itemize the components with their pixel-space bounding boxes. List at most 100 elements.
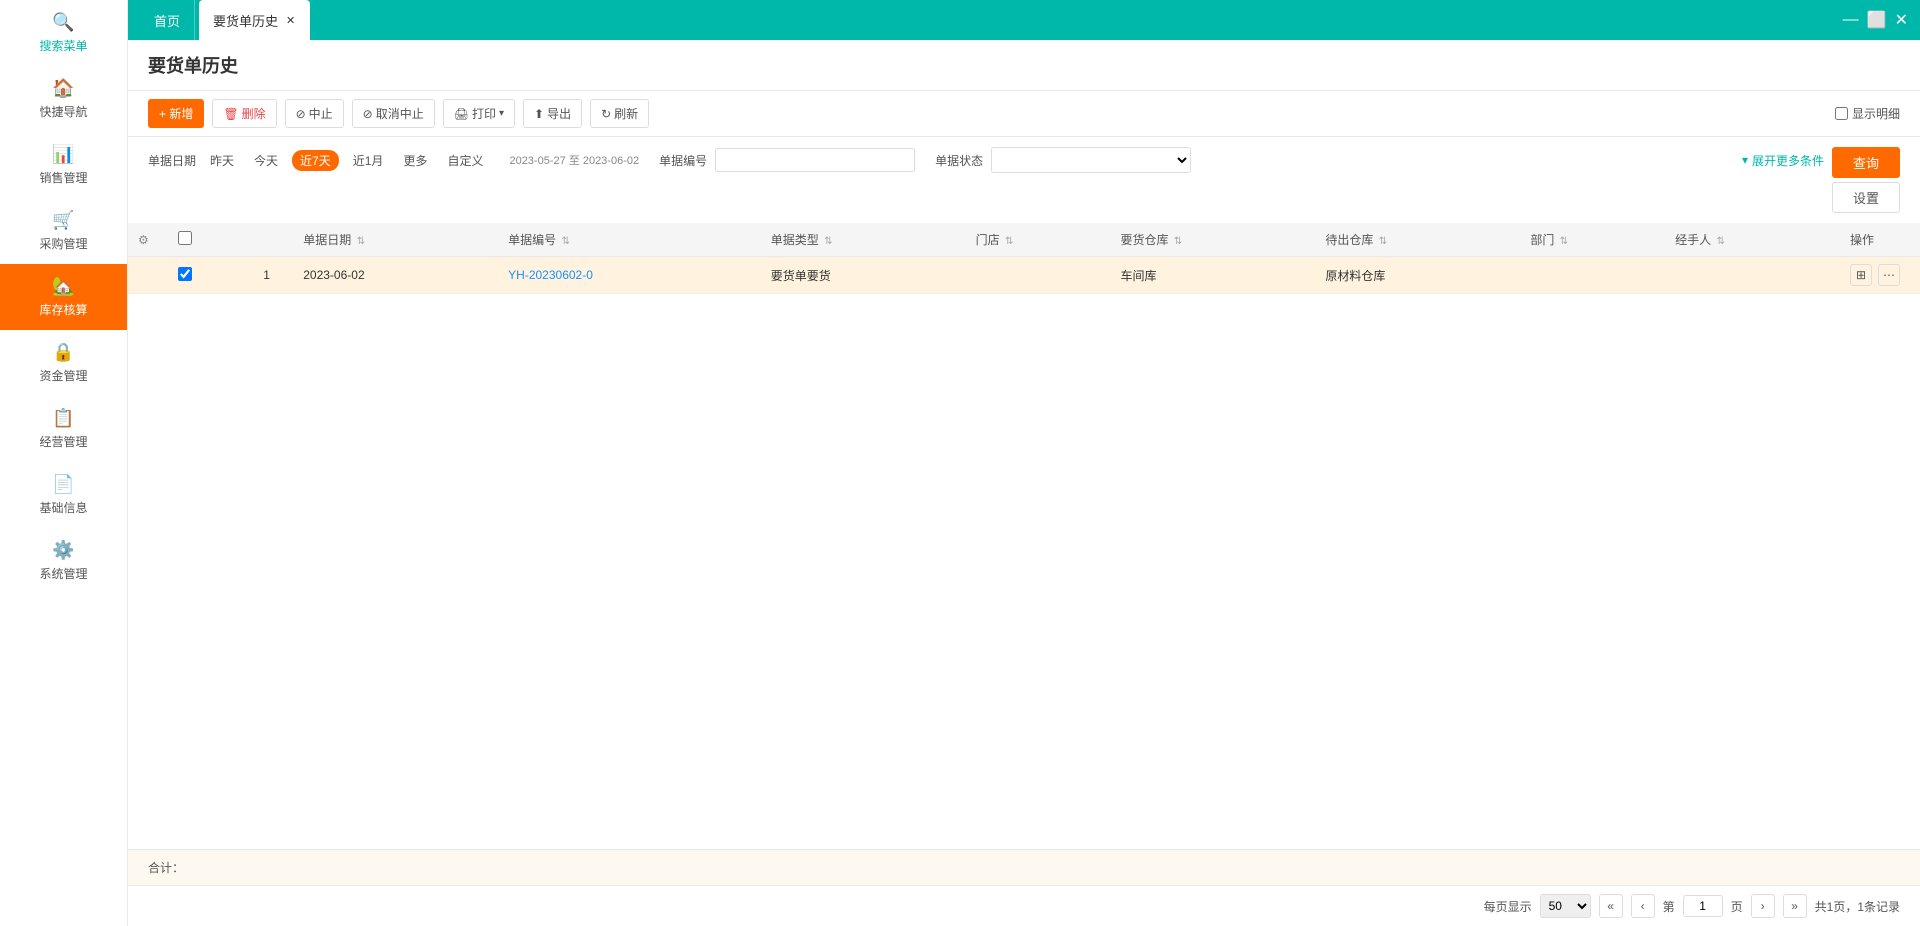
order-no-filter-group: 单据编号 <box>659 148 915 172</box>
suspend-label: 中止 <box>309 105 333 122</box>
export-button[interactable]: ⬆ 导出 <box>523 99 582 128</box>
sidebar-item-label: 快捷导航 <box>39 103 87 120</box>
date-last7days-btn[interactable]: 近7天 <box>292 150 339 171</box>
first-page-btn[interactable]: « <box>1599 894 1623 918</box>
summary-label: 合计： <box>148 859 184 876</box>
pending-warehouse-sort-icon[interactable]: ⇅ <box>1379 236 1387 247</box>
date-sort-icon[interactable]: ⇅ <box>357 236 365 247</box>
delete-label: 删除 <box>242 105 266 122</box>
sidebar: 🔍 搜索菜单 🏠 快捷导航 📊 销售管理 🛒 采购管理 🏡 库存核算 🔒 资金管… <box>0 0 128 926</box>
store-sort-icon[interactable]: ⇅ <box>1005 236 1013 247</box>
row-handler-cell <box>1665 257 1840 294</box>
row-more-icon[interactable]: ⋯ <box>1878 264 1900 286</box>
date-last1month-btn[interactable]: 近1月 <box>347 150 390 171</box>
date-yesterday-btn[interactable]: 昨天 <box>204 150 240 171</box>
dept-sort-icon[interactable]: ⇅ <box>1560 236 1568 247</box>
sidebar-item-label: 资金管理 <box>39 367 87 384</box>
col-index-header <box>253 223 293 257</box>
row-order-no-cell: YH-20230602-0 <box>498 257 761 294</box>
prev-page-btn[interactable]: ‹ <box>1631 894 1655 918</box>
cart-icon: 🛒 <box>52 210 74 231</box>
col-store-header: 门店 ⇅ <box>966 223 1111 257</box>
cancel-suspend-icon: ⊘ <box>363 107 373 121</box>
expand-filter-btn[interactable]: ▾ 展开更多条件 <box>1742 152 1824 169</box>
order-no-input[interactable] <box>715 148 915 172</box>
date-filter-label: 单据日期 <box>148 152 196 169</box>
maximize-icon[interactable]: ⬜ <box>1867 10 1887 30</box>
order-no-label: 单据编号 <box>659 152 707 169</box>
filter-actions: 查询 设置 <box>1832 147 1900 213</box>
clipboard-icon: 📋 <box>52 408 74 429</box>
col-dept-header: 部门 ⇅ <box>1520 223 1665 257</box>
date-range-display: 2023-05-27 至 2023-06-02 <box>509 152 639 168</box>
show-detail-label: 显示明细 <box>1852 105 1900 122</box>
settings-icon[interactable]: ⚙ <box>138 233 149 247</box>
per-page-select[interactable]: 10 20 50 100 <box>1540 894 1591 918</box>
col-date-header: 单据日期 ⇅ <box>293 223 498 257</box>
cancel-suspend-label: 取消中止 <box>376 105 424 122</box>
order-no-sort-icon[interactable]: ⇅ <box>562 236 570 247</box>
req-warehouse-sort-icon[interactable]: ⇅ <box>1174 236 1182 247</box>
footer-summary: 合计： <box>128 849 1920 885</box>
per-page-label: 每页显示 <box>1484 898 1532 915</box>
export-icon: ⬆ <box>534 107 544 121</box>
sidebar-item-label: 销售管理 <box>39 169 87 186</box>
date-today-btn[interactable]: 今天 <box>248 150 284 171</box>
page-header: 要货单历史 <box>128 40 1920 91</box>
house-icon: 🏡 <box>52 276 74 297</box>
data-table: ⚙ 单据日期 ⇅ 单据编号 ⇅ 单据类型 <box>128 223 1920 294</box>
main-area: + 新增 首页 要货单历史 ✕ — ⬜ ✕ 要货单历史 + 新增 🗑 删除 ⊘ … <box>128 0 1920 926</box>
last-page-btn[interactable]: » <box>1783 894 1807 918</box>
cancel-suspend-button[interactable]: ⊘ 取消中止 <box>352 99 435 128</box>
minimize-icon[interactable]: — <box>1843 11 1859 29</box>
date-custom-btn[interactable]: 自定义 <box>441 150 489 171</box>
sidebar-item-basic-info[interactable]: 📄 基础信息 <box>0 462 127 528</box>
sidebar-item-operations[interactable]: 📋 经营管理 <box>0 396 127 462</box>
status-filter-label: 单据状态 <box>935 152 983 169</box>
sidebar-item-quick-nav[interactable]: 🏠 快捷导航 <box>0 66 127 132</box>
row-order-no-link[interactable]: YH-20230602-0 <box>508 268 593 282</box>
tab-requisition-history[interactable]: 要货单历史 ✕ <box>199 0 310 40</box>
date-filter-group: 单据日期 昨天 今天 近7天 近1月 更多 自定义 <box>148 150 489 171</box>
close-window-icon[interactable]: ✕ <box>1895 10 1908 30</box>
sidebar-item-finance[interactable]: 🔒 资金管理 <box>0 330 127 396</box>
date-more-btn[interactable]: 更多 <box>397 150 433 171</box>
sidebar-item-sales[interactable]: 📊 销售管理 <box>0 132 127 198</box>
row-checkbox[interactable] <box>178 267 192 281</box>
sidebar-item-search[interactable]: 🔍 搜索菜单 <box>0 0 127 66</box>
table-header: ⚙ 单据日期 ⇅ 单据编号 ⇅ 单据类型 <box>128 223 1920 257</box>
row-edit-icon[interactable]: ⊞ <box>1850 264 1872 286</box>
refresh-button[interactable]: ↻ 刷新 <box>590 99 649 128</box>
filter-section: 单据日期 昨天 今天 近7天 近1月 更多 自定义 2023-05-27 至 2… <box>128 137 1920 223</box>
page-input[interactable] <box>1683 895 1723 917</box>
sidebar-item-purchase[interactable]: 🛒 采购管理 <box>0 198 127 264</box>
suspend-button[interactable]: ⊘ 中止 <box>285 99 344 128</box>
topbar-actions: — ⬜ ✕ <box>1843 10 1908 30</box>
new-button[interactable]: + 新增 <box>148 99 204 128</box>
delete-button[interactable]: 🗑 删除 <box>212 99 276 128</box>
print-button[interactable]: 🖨 打印 ▾ <box>443 99 515 128</box>
row-index-cell: 1 <box>253 257 293 294</box>
show-detail-checkbox[interactable] <box>1835 107 1848 120</box>
col-checkbox-header <box>168 223 253 257</box>
status-select[interactable] <box>991 147 1191 173</box>
row-settings-cell <box>128 257 168 294</box>
col-handler-header: 经手人 ⇅ <box>1665 223 1840 257</box>
next-page-btn[interactable]: › <box>1751 894 1775 918</box>
col-action-header: 操作 <box>1840 223 1920 257</box>
filter-grid: 单据日期 昨天 今天 近7天 近1月 更多 自定义 2023-05-27 至 2… <box>148 147 1900 213</box>
setting-button[interactable]: 设置 <box>1832 182 1900 213</box>
show-detail-toggle[interactable]: 显示明细 <box>1835 105 1900 122</box>
order-type-sort-icon[interactable]: ⇅ <box>824 236 832 247</box>
sidebar-item-system[interactable]: ⚙️ 系统管理 <box>0 528 127 594</box>
sidebar-item-label: 采购管理 <box>39 235 87 252</box>
action-buttons: ⊞ ⋯ <box>1850 264 1910 286</box>
select-all-checkbox[interactable] <box>178 231 192 245</box>
row-order-type-cell: 要货单要货 <box>761 257 966 294</box>
handler-sort-icon[interactable]: ⇅ <box>1716 236 1724 247</box>
export-label: 导出 <box>547 105 571 122</box>
tab-close-icon[interactable]: ✕ <box>286 14 295 27</box>
sidebar-item-inventory[interactable]: 🏡 库存核算 <box>0 264 127 330</box>
query-button[interactable]: 查询 <box>1832 147 1900 178</box>
tab-home[interactable]: + 新增 首页 <box>140 0 195 40</box>
